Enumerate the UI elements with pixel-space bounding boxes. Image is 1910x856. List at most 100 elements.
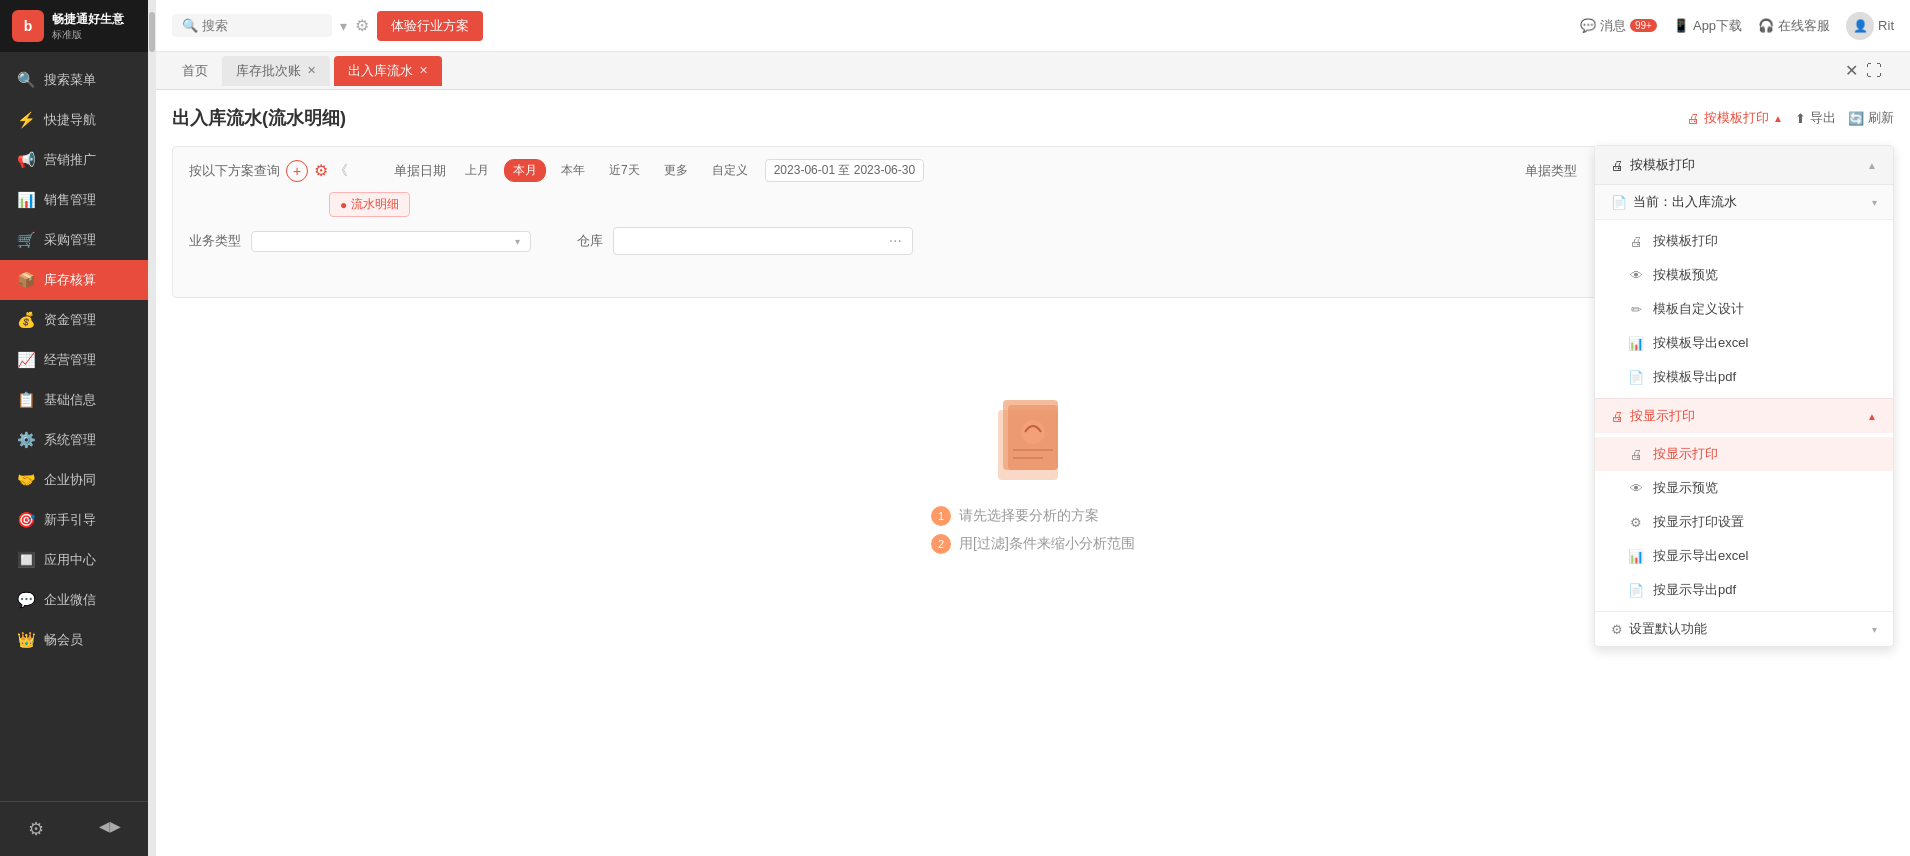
nav-icon-basic: 📋 [16, 390, 36, 410]
topbar-settings-icon[interactable]: ⚙ [355, 16, 369, 35]
nav-icon-app-center: 🔲 [16, 550, 36, 570]
warehouse-dots[interactable]: ··· [889, 232, 902, 250]
add-condition-btn[interactable]: + [286, 160, 308, 182]
dropdown-header[interactable]: 🖨 按模板打印 ▲ [1595, 146, 1893, 185]
dropdown-item-display-pdf[interactable]: 📄 按显示导出pdf [1595, 573, 1893, 607]
dropdown-item-display-preview[interactable]: 👁 按显示预览 [1595, 471, 1893, 505]
display-settings-icon: ⚙ [1627, 513, 1645, 531]
display-print-subheader[interactable]: 🖨 按显示打印 ▲ [1595, 398, 1893, 433]
date-btn-7days[interactable]: 近7天 [600, 159, 649, 182]
tab-flow-label: 出入库流水 [348, 62, 413, 80]
biz-type-label: 业务类型 [189, 232, 241, 250]
dropdown-item-template-preview[interactable]: 👁 按模板预览 [1595, 258, 1893, 292]
dropdown-footer[interactable]: ⚙ 设置默认功能 ▾ [1595, 611, 1893, 646]
nav-label-app-center: 应用中心 [44, 551, 96, 569]
sidebar-item-app-center[interactable]: 🔲 应用中心 [0, 540, 148, 580]
tab-batch-account[interactable]: 库存批次账 ✕ [222, 56, 330, 86]
sidebar-item-quick-nav[interactable]: ⚡ 快捷导航 [0, 100, 148, 140]
biz-type-select[interactable]: ▾ [251, 231, 531, 252]
window-controls: ✕ ⛶ [1833, 61, 1894, 80]
empty-step-1: 1 请先选择要分析的方案 [931, 506, 1135, 526]
collapse-bottom-icon[interactable]: ◀▶ [93, 812, 127, 846]
collapse-condition-icon[interactable]: 《 [334, 162, 348, 180]
template-customize-icon: ✏ [1627, 300, 1645, 318]
sidebar-bottom: ⚙ ◀▶ [0, 801, 148, 856]
logo-badge: 标准版 [52, 28, 124, 42]
sidebar-item-operations[interactable]: 📈 经营管理 [0, 340, 148, 380]
sidebar-item-enterprise[interactable]: 🤝 企业协同 [0, 460, 148, 500]
nav-label-marketing: 营销推广 [44, 151, 96, 169]
user-avatar-action[interactable]: 👤 Rit [1846, 12, 1894, 40]
tab-flow[interactable]: 出入库流水 ✕ [334, 56, 442, 86]
search-input[interactable] [202, 18, 322, 33]
receipt-type-label: 单据类型 [1525, 162, 1577, 180]
date-btn-this-year[interactable]: 本年 [552, 159, 594, 182]
date-range-input[interactable]: 2023-06-01 至 2023-06-30 [765, 159, 924, 182]
tab-batch-account-close[interactable]: ✕ [307, 64, 316, 77]
print-template-btn[interactable]: 🖨 按模板打印 ▲ [1687, 109, 1783, 127]
sidebar-item-guide[interactable]: 🎯 新手引导 [0, 500, 148, 540]
sidebar-item-inventory[interactable]: 📦 库存核算 [0, 260, 148, 300]
sidebar-scrollbar[interactable] [148, 0, 156, 856]
topbar-left: 🔍 ▾ ⚙ 体验行业方案 [172, 11, 483, 41]
app-download-icon: 📱 [1673, 18, 1689, 33]
date-btn-last-month[interactable]: 上月 [456, 159, 498, 182]
dropdown-footer-content: ⚙ 设置默认功能 [1611, 620, 1707, 638]
dropdown-item-template-pdf[interactable]: 📄 按模板导出pdf [1595, 360, 1893, 394]
export-btn[interactable]: ⬆ 导出 [1795, 109, 1836, 127]
dropdown-item-display-excel[interactable]: 📊 按显示导出excel [1595, 539, 1893, 573]
logo-icon: b [12, 10, 44, 42]
dropdown-item-display-print[interactable]: 🖨 按显示打印 [1595, 437, 1893, 471]
settings-bottom-icon[interactable]: ⚙ [22, 812, 50, 846]
sidebar-item-finance[interactable]: 💰 资金管理 [0, 300, 148, 340]
set-default-label: 设置默认功能 [1629, 620, 1707, 638]
dropdown-item-template-excel[interactable]: 📊 按模板导出excel [1595, 326, 1893, 360]
empty-illustration [983, 390, 1083, 490]
dropdown-item-display-settings[interactable]: ⚙ 按显示打印设置 [1595, 505, 1893, 539]
template-pdf-icon: 📄 [1627, 368, 1645, 386]
page-actions: 🖨 按模板打印 ▲ ⬆ 导出 🔄 刷新 [1687, 109, 1894, 127]
app-download-action[interactable]: 📱 App下载 [1673, 17, 1742, 35]
warehouse-select[interactable]: ··· [613, 227, 913, 255]
sidebar-item-member[interactable]: 👑 畅会员 [0, 620, 148, 660]
sidebar-item-system[interactable]: ⚙️ 系统管理 [0, 420, 148, 460]
nav-icon-search: 🔍 [16, 70, 36, 90]
display-print-icon: 🖨 [1627, 445, 1645, 463]
display-excel-label: 按显示导出excel [1653, 547, 1748, 565]
nav-label-member: 畅会员 [44, 631, 83, 649]
sidebar-item-sales[interactable]: 📊 销售管理 [0, 180, 148, 220]
sidebar-item-wechat[interactable]: 💬 企业微信 [0, 580, 148, 620]
sidebar-item-basic[interactable]: 📋 基础信息 [0, 380, 148, 420]
nav-icon-enterprise: 🤝 [16, 470, 36, 490]
date-btn-more[interactable]: 更多 [655, 159, 697, 182]
tab-flow-close[interactable]: ✕ [419, 64, 428, 77]
online-service-action[interactable]: 🎧 在线客服 [1758, 17, 1830, 35]
app-logo: b 畅捷通好生意 标准版 [0, 0, 148, 52]
sidebar-item-marketing[interactable]: 📢 营销推广 [0, 140, 148, 180]
nav-icon-sales: 📊 [16, 190, 36, 210]
date-filter-group: 单据日期 上月 本月 本年 近7天 更多 自定义 2023-06-01 至 20… [394, 159, 924, 182]
filter-tag-flow-detail[interactable]: ● 流水明细 [329, 192, 410, 217]
message-action[interactable]: 💬 消息 99+ [1580, 17, 1657, 35]
topbar-right: 💬 消息 99+ 📱 App下载 🎧 在线客服 👤 Rit [1580, 12, 1894, 40]
dropdown-print-icon: 🖨 [1611, 158, 1624, 173]
sidebar-item-search[interactable]: 🔍 搜索菜单 [0, 60, 148, 100]
window-close-icon[interactable]: ✕ [1845, 61, 1858, 80]
dropdown-item-template-customize[interactable]: ✏ 模板自定义设计 [1595, 292, 1893, 326]
date-btn-custom[interactable]: 自定义 [703, 159, 757, 182]
dropdown-item-template-print[interactable]: 🖨 按模板打印 [1595, 224, 1893, 258]
sidebar-item-purchase[interactable]: 🛒 采购管理 [0, 220, 148, 260]
message-label: 消息 [1600, 17, 1626, 35]
tab-home[interactable]: 首页 [172, 56, 218, 86]
nav-icon-member: 👑 [16, 630, 36, 650]
nav-label-system: 系统管理 [44, 431, 96, 449]
refresh-btn[interactable]: 🔄 刷新 [1848, 109, 1894, 127]
template-print-label: 按模板打印 [1653, 232, 1718, 250]
date-btn-this-month[interactable]: 本月 [504, 159, 546, 182]
step-1-num: 1 [931, 506, 951, 526]
settings-condition-icon[interactable]: ⚙ [314, 161, 328, 180]
trial-btn[interactable]: 体验行业方案 [377, 11, 483, 41]
topbar-chevron-icon[interactable]: ▾ [340, 18, 347, 34]
window-maximize-icon[interactable]: ⛶ [1866, 62, 1882, 80]
nav-icon-marketing: 📢 [16, 150, 36, 170]
